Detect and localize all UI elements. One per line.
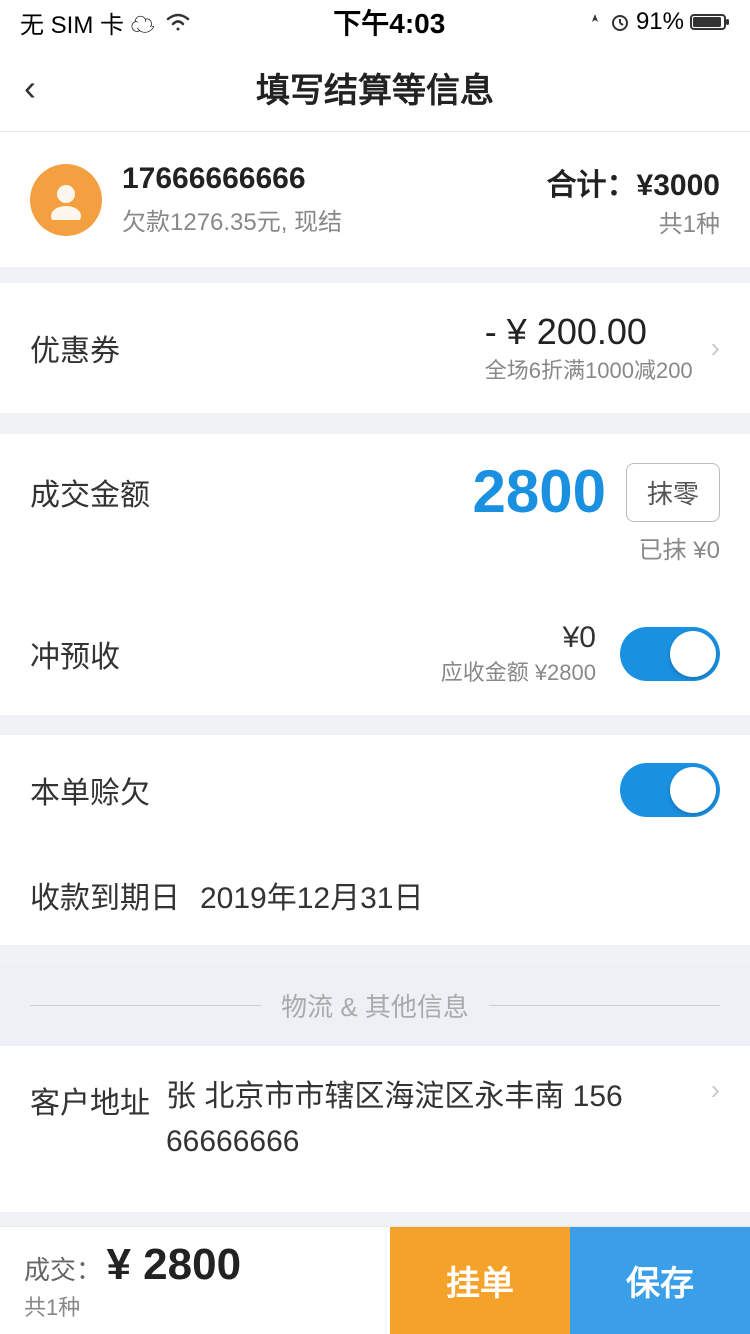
own-debt-toggle-thumb [670, 767, 716, 813]
coupon-amount: - ¥ 200.00 [485, 311, 693, 353]
alarm-icon [610, 12, 630, 32]
round-zero-button[interactable]: 抹零 [626, 463, 720, 522]
prepay-right: ¥0 应收金额 ¥2800 [441, 621, 720, 687]
coupon-row[interactable]: 优惠券 - ¥ 200.00 全场6折满1000减200 › [0, 283, 750, 414]
bottom-deal-amount: ¥ 2800 [106, 1240, 241, 1289]
bottom-total-block: 成交： ¥ 2800 共1种 [0, 1240, 390, 1322]
prepay-row: 冲预收 ¥0 应收金额 ¥2800 [0, 593, 750, 715]
prepay-amount-block: ¥0 应收金额 ¥2800 [441, 621, 596, 687]
deal-value-block: 2800 抹零 [473, 462, 721, 522]
address-value: 张 北京市市辖区海淀区永丰南 156 66666666 [150, 1074, 703, 1164]
battery-label: 91% [636, 8, 684, 36]
nav-bar: ‹ 填写结算等信息 [0, 44, 750, 132]
save-button[interactable]: 保存 [570, 1227, 750, 1334]
prepay-amount: ¥0 [441, 621, 596, 655]
status-left: 无 SIM 卡 ☁ [20, 5, 193, 40]
customer-right: 合计：¥3000 共1种 [547, 160, 720, 239]
own-debt-label: 本单赊欠 [30, 768, 150, 812]
deal-sub: 已抹 ¥0 [30, 530, 720, 565]
prepay-sub: 应收金额 ¥2800 [441, 655, 596, 687]
customer-card: 17666666666 欠款1276.35元, 现结 合计：¥3000 共1种 [0, 132, 750, 267]
location-icon [586, 13, 604, 31]
logistics-header-text: 物流 & 其他信息 [281, 987, 469, 1024]
back-button[interactable]: ‹ [24, 67, 36, 109]
customer-phone: 17666666666 [122, 162, 342, 196]
bottom-deal-label: 成交： [24, 1255, 102, 1285]
customer-left: 17666666666 欠款1276.35元, 现结 [30, 162, 342, 237]
deal-amount-section: 成交金额 2800 抹零 已抹 ¥0 [0, 434, 750, 593]
coupon-right: - ¥ 200.00 全场6折满1000减200 › [485, 311, 720, 385]
status-right: 91% [586, 8, 730, 36]
deal-label: 成交金额 [30, 470, 150, 514]
gray-separator-1 [0, 414, 750, 434]
deal-amount-row: 成交金额 2800 抹零 [30, 462, 720, 522]
chevron-right-icon: › [711, 332, 720, 364]
own-debt-toggle[interactable] [620, 763, 720, 817]
avatar [30, 164, 102, 236]
address-chevron-icon: › [711, 1074, 720, 1106]
prepay-label: 冲预收 [30, 632, 120, 676]
due-date-label: 收款到期日 [30, 873, 180, 917]
logistics-section-header: 物流 & 其他信息 [0, 965, 750, 1046]
page-title: 填写结算等信息 [256, 63, 494, 112]
address-row[interactable]: 客户地址 张 北京市市辖区海淀区永丰南 156 66666666 › [0, 1046, 750, 1192]
coupon-desc: 全场6折满1000减200 [485, 353, 693, 385]
bottom-deal-count: 共1种 [24, 1290, 366, 1322]
total-amount: 合计：¥3000 [547, 160, 720, 204]
own-debt-row: 本单赊欠 [0, 735, 750, 845]
due-date-row: 收款到期日 2019年12月31日 [0, 845, 750, 945]
due-date-value: 2019年12月31日 [200, 873, 423, 917]
address-label: 客户地址 [30, 1078, 150, 1122]
status-time: 下午4:03 [333, 2, 445, 42]
gray-separator-3 [0, 945, 750, 965]
customer-info: 17666666666 欠款1276.35元, 现结 [122, 162, 342, 237]
status-bar: 无 SIM 卡 ☁ 下午4:03 91% [0, 0, 750, 44]
customer-debt: 欠款1276.35元, 现结 [122, 202, 342, 237]
toggle-thumb [670, 631, 716, 677]
battery-icon [690, 12, 730, 32]
deal-number[interactable]: 2800 [473, 462, 606, 522]
header-line-left [30, 1005, 261, 1006]
sim-label: 无 SIM 卡 ☁ [20, 5, 155, 40]
hang-order-button[interactable]: 挂单 [390, 1227, 570, 1334]
total-count: 共1种 [547, 204, 720, 239]
gray-separator-2 [0, 715, 750, 735]
header-line-right [489, 1005, 720, 1006]
content: 17666666666 欠款1276.35元, 现结 合计：¥3000 共1种 … [0, 132, 750, 1332]
coupon-label: 优惠券 [30, 326, 120, 370]
prepay-toggle[interactable] [620, 627, 720, 681]
address-bottom-pad [0, 1192, 750, 1212]
wifi-icon [163, 11, 193, 33]
bottom-bar: 成交： ¥ 2800 共1种 挂单 保存 [0, 1226, 750, 1334]
